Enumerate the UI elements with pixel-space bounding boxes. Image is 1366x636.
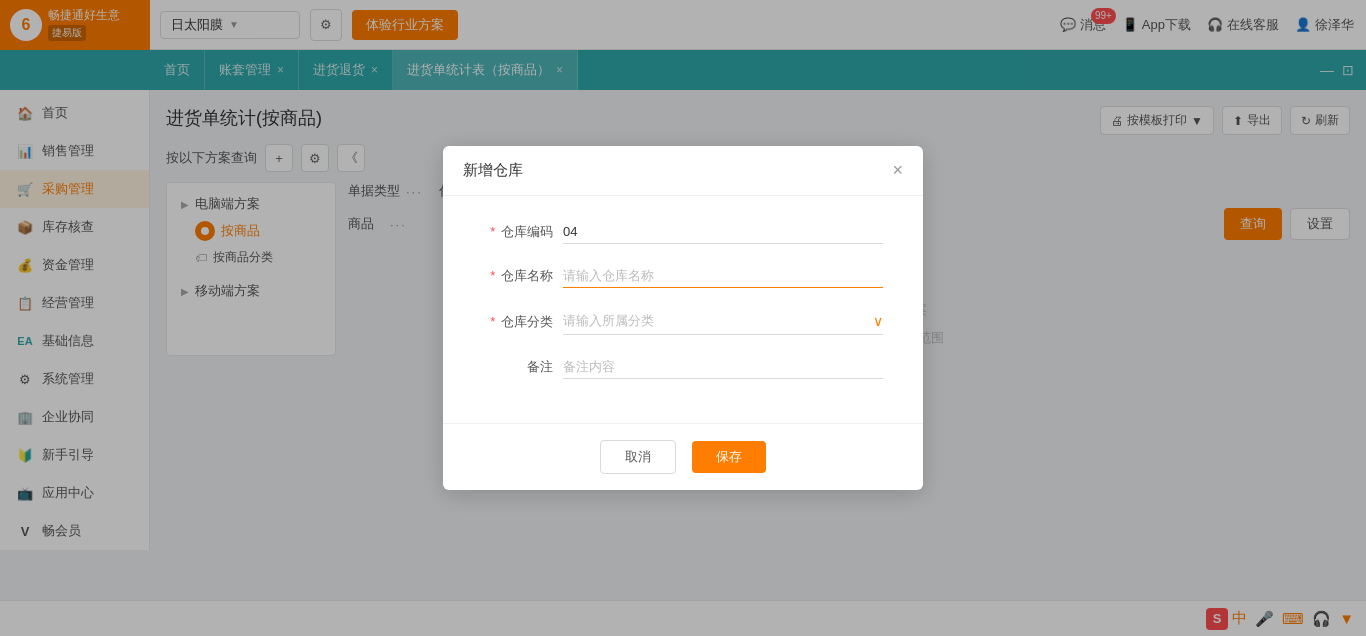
required-star-name: * (490, 268, 495, 283)
modal-overlay: 新增仓库 × * 仓库编码 * 仓库名称 (0, 0, 1366, 636)
modal-header: 新增仓库 × (443, 146, 923, 196)
modal-title: 新增仓库 (463, 161, 523, 180)
remark-input[interactable] (563, 355, 883, 379)
code-label: * 仓库编码 (483, 223, 553, 241)
required-star-category: * (490, 314, 495, 329)
warehouse-code-input[interactable] (563, 220, 883, 244)
warehouse-category-select[interactable]: 请输入所属分类 ∨ (563, 308, 883, 335)
form-row-category: * 仓库分类 请输入所属分类 ∨ (483, 308, 883, 335)
category-label: * 仓库分类 (483, 313, 553, 331)
form-row-name: * 仓库名称 (483, 264, 883, 288)
cancel-button[interactable]: 取消 (600, 440, 676, 474)
remark-label: 备注 (483, 358, 553, 376)
name-label: * 仓库名称 (483, 267, 553, 285)
modal-close-button[interactable]: × (892, 160, 903, 181)
form-row-code: * 仓库编码 (483, 220, 883, 244)
form-row-remark: 备注 (483, 355, 883, 379)
modal-footer: 取消 保存 (443, 423, 923, 490)
required-star-code: * (490, 224, 495, 239)
save-button[interactable]: 保存 (692, 441, 766, 473)
category-dropdown-arrow: ∨ (873, 313, 883, 329)
category-placeholder: 请输入所属分类 (563, 312, 654, 330)
warehouse-name-input[interactable] (563, 264, 883, 288)
modal-body: * 仓库编码 * 仓库名称 * 仓库分类 请输入所属 (443, 196, 923, 423)
add-warehouse-modal: 新增仓库 × * 仓库编码 * 仓库名称 (443, 146, 923, 490)
